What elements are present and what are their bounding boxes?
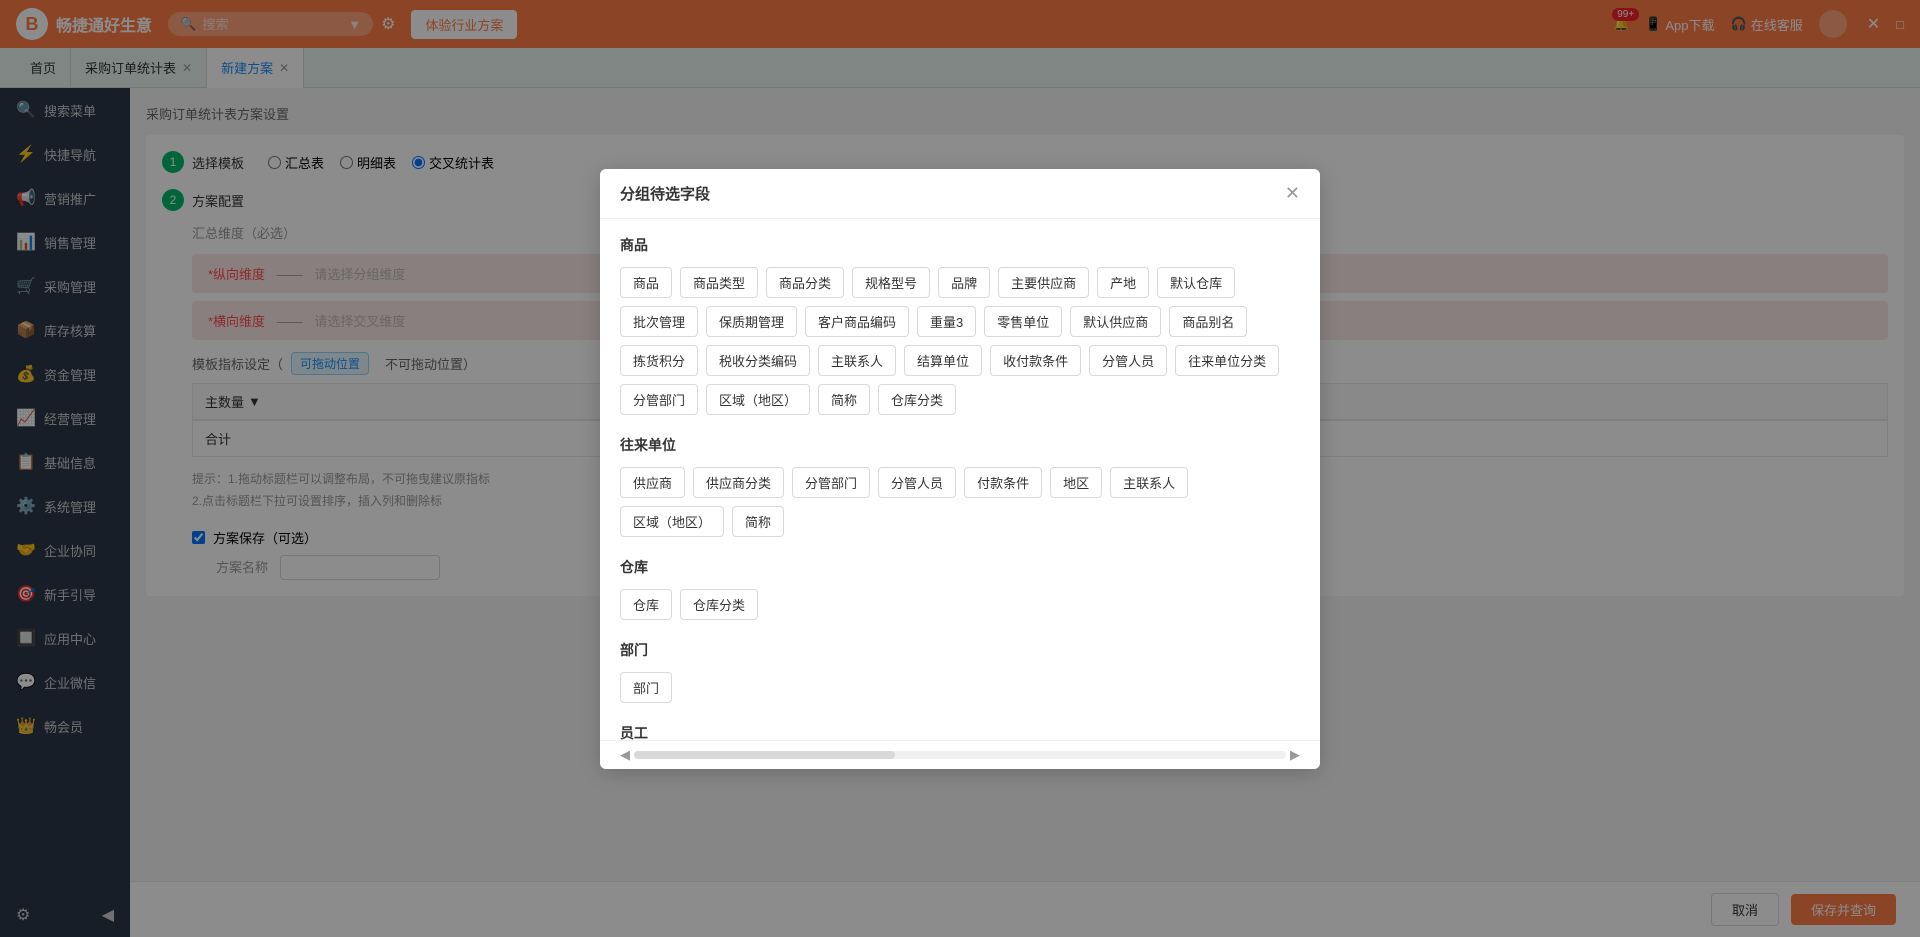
field-section-title-3: 部门: [620, 640, 1300, 660]
field-section-4: 员工业务员: [620, 723, 1300, 740]
field-chip-0-24[interactable]: 简称: [818, 384, 870, 415]
field-chip-3-0[interactable]: 部门: [620, 672, 672, 703]
field-chip-0-0[interactable]: 商品: [620, 267, 672, 298]
field-chip-0-9[interactable]: 保质期管理: [706, 306, 797, 337]
field-chip-0-13[interactable]: 默认供应商: [1070, 306, 1161, 337]
field-chip-0-2[interactable]: 商品分类: [766, 267, 844, 298]
field-chip-0-8[interactable]: 批次管理: [620, 306, 698, 337]
field-chip-1-7[interactable]: 区域（地区）: [620, 506, 724, 537]
field-chip-0-18[interactable]: 结算单位: [904, 345, 982, 376]
field-chip-0-7[interactable]: 默认仓库: [1157, 267, 1235, 298]
modal-body: 商品商品商品类型商品分类规格型号品牌主要供应商产地默认仓库批次管理保质期管理客户…: [600, 219, 1320, 740]
field-chip-0-21[interactable]: 往来单位分类: [1175, 345, 1279, 376]
field-chip-2-1[interactable]: 仓库分类: [680, 589, 758, 620]
field-chip-0-4[interactable]: 品牌: [938, 267, 990, 298]
field-grid-2: 仓库仓库分类: [620, 589, 1300, 620]
field-chip-0-3[interactable]: 规格型号: [852, 267, 930, 298]
field-chip-2-0[interactable]: 仓库: [620, 589, 672, 620]
modal: 分组待选字段 ✕ 商品商品商品类型商品分类规格型号品牌主要供应商产地默认仓库批次…: [600, 169, 1320, 769]
field-chip-0-14[interactable]: 商品别名: [1169, 306, 1247, 337]
field-chip-1-3[interactable]: 分管人员: [878, 467, 956, 498]
field-section-1: 往来单位供应商供应商分类分管部门分管人员付款条件地区主联系人区域（地区） 简称: [620, 435, 1300, 537]
field-chip-0-17[interactable]: 主联系人: [818, 345, 896, 376]
field-chip-0-23[interactable]: 区域（地区）: [706, 384, 810, 415]
hscroll-right-arrow[interactable]: ▶: [1290, 747, 1300, 763]
field-chip-0-15[interactable]: 拣货积分: [620, 345, 698, 376]
field-section-3: 部门部门: [620, 640, 1300, 703]
field-section-2: 仓库仓库仓库分类: [620, 557, 1300, 620]
field-chip-1-8[interactable]: 简称: [732, 506, 784, 537]
hscroll-bar[interactable]: [634, 751, 1286, 759]
field-chip-1-1[interactable]: 供应商分类: [693, 467, 784, 498]
field-chip-0-10[interactable]: 客户商品编码: [805, 306, 909, 337]
field-section-title-0: 商品: [620, 235, 1300, 255]
field-chip-1-5[interactable]: 地区: [1050, 467, 1102, 498]
field-grid-3: 部门: [620, 672, 1300, 703]
field-section-title-2: 仓库: [620, 557, 1300, 577]
field-chip-0-22[interactable]: 分管部门: [620, 384, 698, 415]
modal-hscroll: ◀ ▶: [600, 740, 1320, 769]
modal-header: 分组待选字段 ✕: [600, 169, 1320, 219]
field-chip-0-16[interactable]: 税收分类编码: [706, 345, 810, 376]
hscroll-left-arrow[interactable]: ◀: [620, 747, 630, 763]
field-chip-0-1[interactable]: 商品类型: [680, 267, 758, 298]
field-chip-0-19[interactable]: 收付款条件: [990, 345, 1081, 376]
field-chip-1-2[interactable]: 分管部门: [792, 467, 870, 498]
field-chip-0-12[interactable]: 零售单位: [984, 306, 1062, 337]
field-chip-0-6[interactable]: 产地: [1097, 267, 1149, 298]
field-grid-0: 商品商品类型商品分类规格型号品牌主要供应商产地默认仓库批次管理保质期管理客户商品…: [620, 267, 1300, 415]
field-chip-1-6[interactable]: 主联系人: [1110, 467, 1188, 498]
hscroll-thumb: [634, 751, 895, 759]
field-chip-0-20[interactable]: 分管人员: [1089, 345, 1167, 376]
field-chip-0-11[interactable]: 重量3: [917, 306, 976, 337]
modal-close-button[interactable]: ✕: [1285, 183, 1300, 204]
field-chip-0-5[interactable]: 主要供应商: [998, 267, 1089, 298]
field-section-title-1: 往来单位: [620, 435, 1300, 455]
field-chip-1-0[interactable]: 供应商: [620, 467, 685, 498]
field-section-0: 商品商品商品类型商品分类规格型号品牌主要供应商产地默认仓库批次管理保质期管理客户…: [620, 235, 1300, 415]
field-chip-1-4[interactable]: 付款条件: [964, 467, 1042, 498]
modal-title: 分组待选字段: [620, 183, 710, 204]
field-chip-0-25[interactable]: 仓库分类: [878, 384, 956, 415]
field-section-title-4: 员工: [620, 723, 1300, 740]
modal-overlay: 分组待选字段 ✕ 商品商品商品类型商品分类规格型号品牌主要供应商产地默认仓库批次…: [0, 0, 1920, 937]
field-grid-1: 供应商供应商分类分管部门分管人员付款条件地区主联系人区域（地区） 简称: [620, 467, 1300, 537]
